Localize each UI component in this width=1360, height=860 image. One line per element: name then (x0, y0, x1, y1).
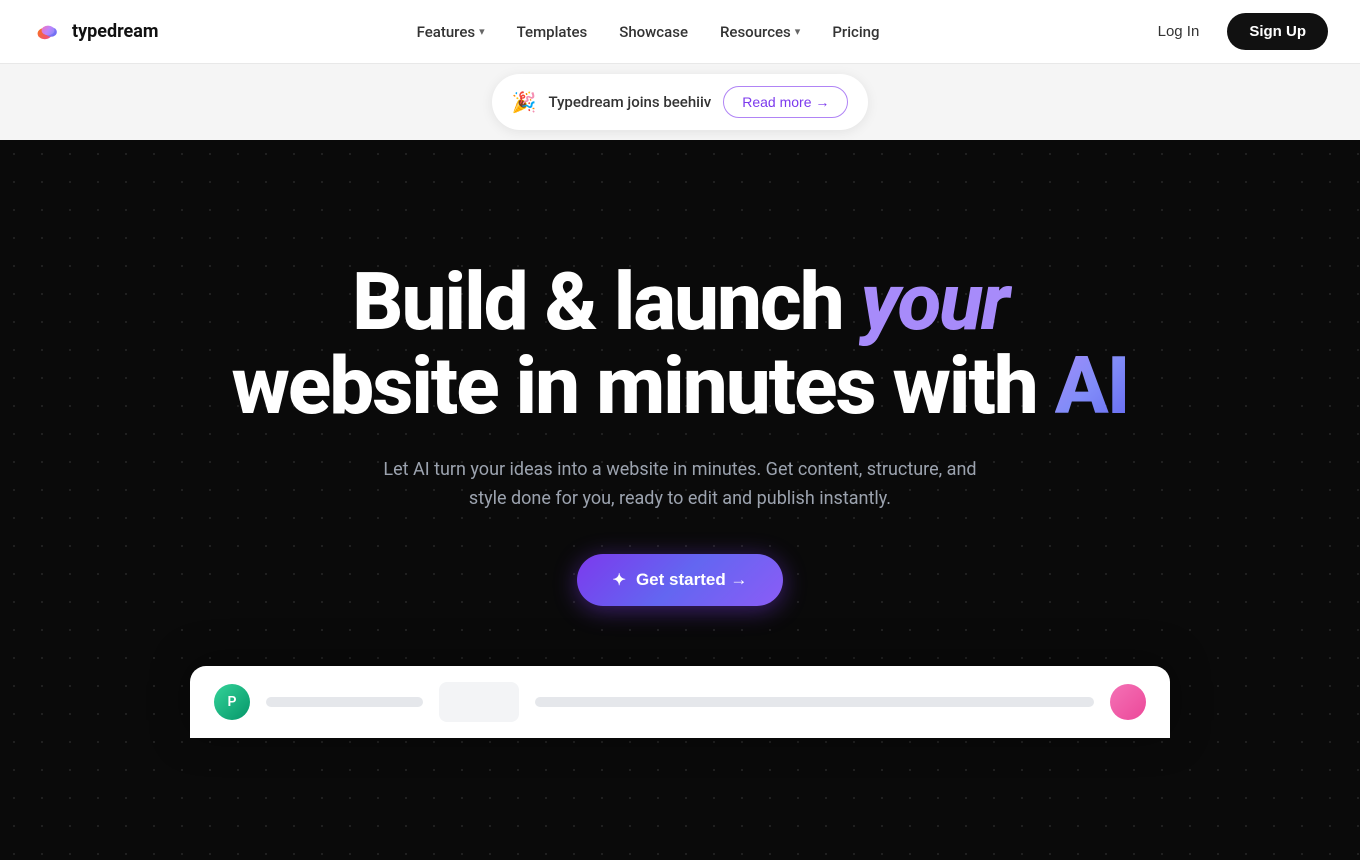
announcement-pill: 🎉 Typedream joins beehiiv Read more → (492, 74, 869, 130)
hero-content: Build & launch your website in minutes w… (231, 260, 1128, 606)
announcement-text: Typedream joins beehiiv (549, 93, 712, 111)
nav-features[interactable]: Features ▾ (403, 15, 499, 49)
hero-title-part2: website in minutes (231, 339, 892, 433)
hero-title-your: your (861, 255, 1008, 349)
hero-title-with: with (892, 339, 1054, 433)
hero-title: Build & launch your website in minutes w… (231, 260, 1128, 428)
nav-showcase[interactable]: Showcase (605, 15, 702, 49)
hero-subtitle: Let AI turn your ideas into a website in… (380, 456, 980, 514)
navbar-nav: Features ▾ Templates Showcase Resources … (403, 15, 894, 49)
nav-resources[interactable]: Resources ▾ (706, 15, 814, 49)
nav-pricing[interactable]: Pricing (818, 15, 893, 49)
hero-section: Build & launch your website in minutes w… (0, 140, 1360, 860)
login-button[interactable]: Log In (1138, 15, 1220, 48)
announcement-emoji: 🎉 (512, 90, 537, 114)
features-chevron-icon: ▾ (479, 25, 485, 38)
brand-name: typedream (72, 21, 159, 42)
navbar-actions: Log In Sign Up (1138, 13, 1328, 50)
preview-thumb (439, 682, 519, 722)
announcement-cta-button[interactable]: Read more → (723, 86, 848, 118)
preview-avatar-2 (1110, 684, 1146, 720)
preview-bar-2 (535, 697, 1094, 707)
hero-title-part1: Build & launch (352, 255, 860, 349)
hero-cta-label: Get started → (636, 570, 747, 590)
navbar: typedream Features ▾ Templates Showcase … (0, 0, 1360, 64)
signup-button[interactable]: Sign Up (1227, 13, 1328, 50)
hero-title-ai: AI (1055, 339, 1129, 433)
typedream-logo-icon (32, 16, 64, 48)
nav-templates[interactable]: Templates (503, 15, 602, 49)
hero-cta-button[interactable]: ✦ Get started → (577, 554, 784, 606)
navbar-brand: typedream (32, 16, 159, 48)
hero-cta-icon: ✦ (613, 570, 626, 590)
resources-chevron-icon: ▾ (795, 25, 801, 38)
hero-preview: P (190, 666, 1170, 738)
preview-bar-1 (266, 697, 423, 707)
preview-avatar-1: P (214, 684, 250, 720)
